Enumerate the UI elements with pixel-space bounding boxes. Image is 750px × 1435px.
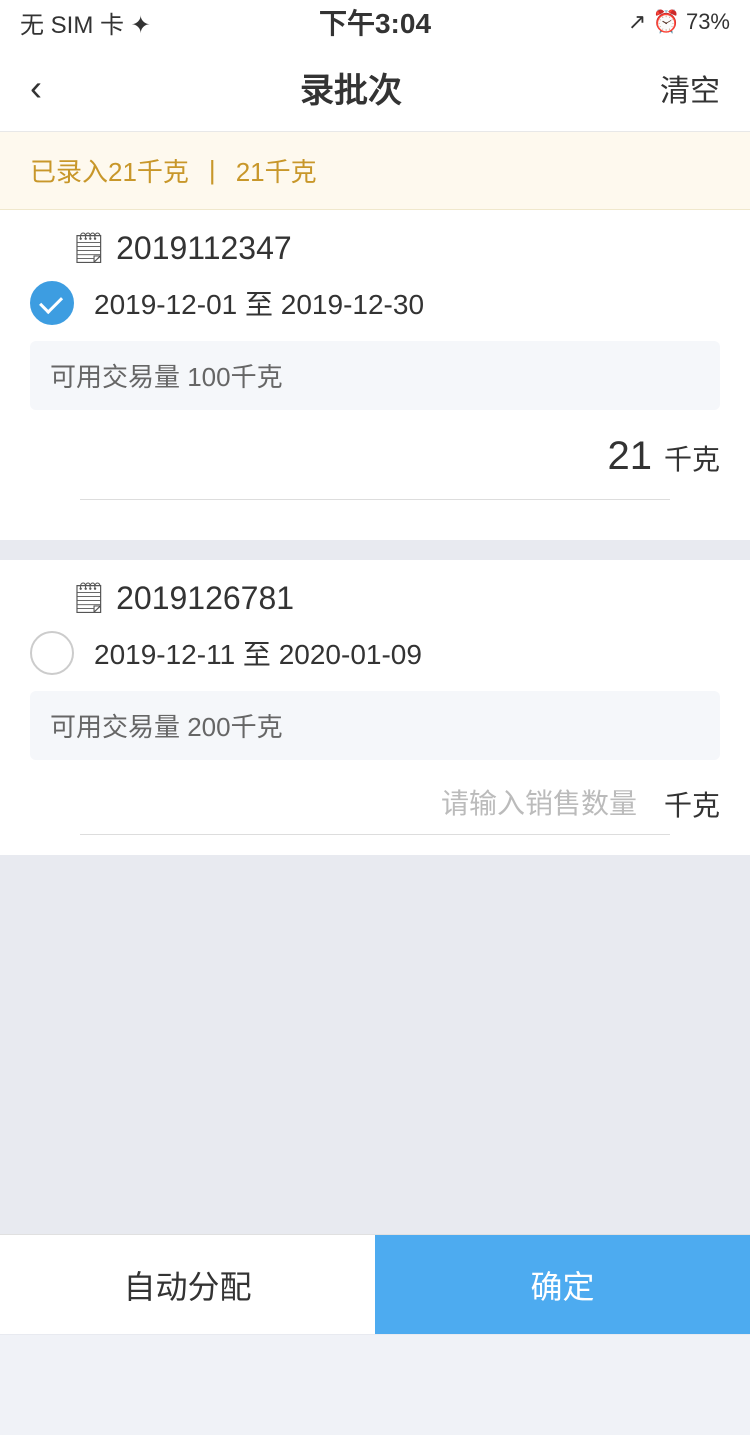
section-divider <box>0 540 750 560</box>
nav-bar: ‹ 录批次 清空 <box>0 44 750 132</box>
batch1-amount-row: 21 千克 <box>0 410 750 479</box>
status-bar-left: 无 SIM 卡 ✦ <box>20 5 151 40</box>
batch2-qty-label: 可用交易量 200千克 <box>50 712 283 742</box>
back-button[interactable]: ‹ <box>30 67 42 109</box>
batch2-number: 2019126781 <box>116 580 294 617</box>
batch1-doc-icon: 🗒 <box>70 231 108 266</box>
batch2-date-row[interactable]: 2019-12-11 至 2020-01-09 <box>0 631 750 675</box>
batch2-input-row: 千克 <box>0 760 750 824</box>
batch1-amount: 21 <box>607 434 652 479</box>
auto-distribute-button[interactable]: 自动分配 <box>0 1235 375 1334</box>
batch1-date: 2019-12-01 至 2019-12-30 <box>94 283 424 323</box>
status-bar: 无 SIM 卡 ✦ 下午3:04 ↗ ⏰ 73% <box>0 0 750 44</box>
banner-divider: | <box>209 155 216 186</box>
batch1-unit: 千克 <box>664 438 720 478</box>
clear-button[interactable]: 清空 <box>660 66 720 110</box>
info-banner: 已录入21千克 | 21千克 <box>0 132 750 210</box>
recorded-label: 已录入21千克 <box>30 152 189 189</box>
batch1-qty-label: 可用交易量 100千克 <box>50 362 283 392</box>
confirm-button[interactable]: 确定 <box>375 1235 750 1334</box>
battery-label: ↗ ⏰ 73% <box>628 9 730 35</box>
batch1-date-row[interactable]: 2019-12-01 至 2019-12-30 <box>0 281 750 325</box>
batch-item-2: 🗒 2019126781 2019-12-11 至 2020-01-09 可用交… <box>0 560 750 855</box>
banner-value: 21千克 <box>236 152 317 189</box>
batch2-input-underline <box>80 834 670 835</box>
batch1-qty-box: 可用交易量 100千克 <box>30 341 720 410</box>
batch-item-1: 🗒 2019112347 2019-12-01 至 2019-12-30 可用交… <box>0 210 750 540</box>
status-bar-right: ↗ ⏰ 73% <box>628 9 730 35</box>
page-title: 录批次 <box>300 63 402 112</box>
status-bar-time: 下午3:04 <box>319 2 431 42</box>
batch1-number: 2019112347 <box>116 230 292 267</box>
batch2-qty-box: 可用交易量 200千克 <box>30 691 720 760</box>
bottom-bar: 自动分配 确定 <box>0 1234 750 1334</box>
batch1-header: 🗒 2019112347 <box>0 230 750 267</box>
batch2-doc-icon: 🗒 <box>70 581 108 616</box>
batch1-divider <box>80 499 670 500</box>
sim-label: 无 SIM 卡 ✦ <box>20 5 151 40</box>
batch2-radio[interactable] <box>30 631 74 675</box>
batch2-date: 2019-12-11 至 2020-01-09 <box>94 633 422 673</box>
batch1-radio[interactable] <box>30 281 74 325</box>
batch2-header: 🗒 2019126781 <box>0 580 750 617</box>
batch2-unit: 千克 <box>664 784 720 824</box>
batch2-qty-input[interactable] <box>30 788 652 820</box>
